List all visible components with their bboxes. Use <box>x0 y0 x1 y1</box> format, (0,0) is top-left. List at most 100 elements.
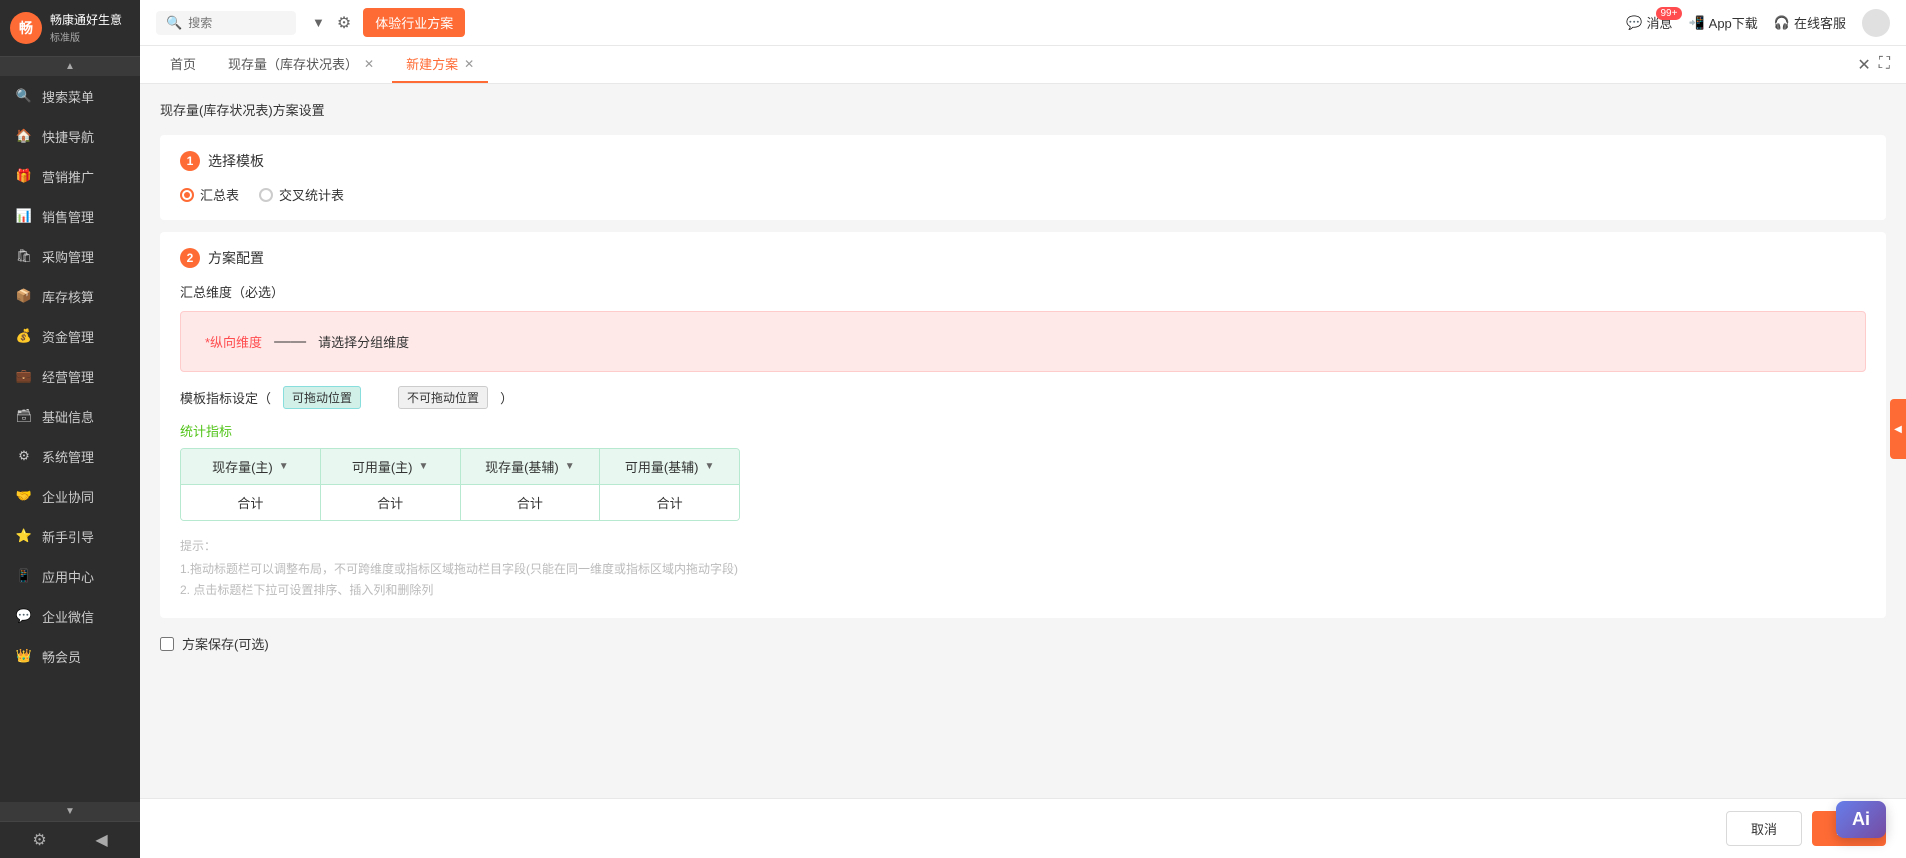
tab-expand-btn[interactable]: ⛶ <box>1879 55 1890 75</box>
radio-crosstab-circle <box>259 188 273 202</box>
tabs-bar: 首页 现存量（库存状况表） ✕ 新建方案 ✕ ✕ ⛶ <box>140 46 1906 84</box>
footer-bar: 取消 查询 <box>140 798 1906 858</box>
draggable-badge: 可拖动位置 <box>283 386 361 409</box>
sidebar-item-contract[interactable]: 🤝 企业协同 <box>0 476 140 516</box>
bag-icon: 🛍 <box>14 246 34 266</box>
stats-col-0-chevron[interactable]: ▼ <box>279 461 289 472</box>
sidebar-item-system[interactable]: ⚙ 系统管理 <box>0 436 140 476</box>
tab-inventory-status-close[interactable]: ✕ <box>364 57 374 71</box>
aggregate-dim-label: 汇总维度（必选） <box>180 282 1866 301</box>
sidebar-scroll-down[interactable]: ▼ <box>0 802 140 821</box>
sidebar-item-app-center[interactable]: 📱 应用中心 <box>0 556 140 596</box>
dimension-selector-area[interactable]: *纵向维度 —— 请选择分组维度 <box>180 311 1866 372</box>
vertical-dim-hint: 请选择分组维度 <box>318 332 409 351</box>
sidebar-item-purchase[interactable]: 🛍 采购管理 <box>0 236 140 276</box>
page-title: 现存量(库存状况表)方案设置 <box>160 100 1886 119</box>
stats-cell-2: 合计 <box>461 485 600 520</box>
step2-card: 2 方案配置 汇总维度（必选） *纵向维度 —— 请选择分组维度 模板指标设定（… <box>160 232 1886 618</box>
sidebar-collapse-btn[interactable]: ◀ <box>95 830 107 850</box>
indicator-setting-suffix: ） <box>500 388 513 407</box>
sidebar: 畅 畅康通好生意 标准版 ▲ 🔍 搜索菜单 🏠 快捷导航 🎁 营销推广 📊 销售… <box>0 0 140 858</box>
gift-icon: 🎁 <box>14 166 34 186</box>
cancel-button[interactable]: 取消 <box>1726 811 1802 846</box>
stats-col-1: 可用量(主) ▼ <box>321 449 461 485</box>
tab-new-plan[interactable]: 新建方案 ✕ <box>392 46 488 83</box>
sidebar-bottom: ⚙ ◀ <box>0 821 140 858</box>
stats-col-1-header[interactable]: 可用量(主) ▼ <box>321 449 460 485</box>
app-download-icon: 📲 <box>1688 15 1704 31</box>
stats-cell-1: 合计 <box>321 485 460 520</box>
stats-col-3-chevron[interactable]: ▼ <box>705 461 715 472</box>
non-draggable-badge: 不可拖动位置 <box>398 386 488 409</box>
stats-section-title: 统计指标 <box>180 421 1866 440</box>
message-badge: 99+ <box>1656 7 1683 20</box>
box-icon: 📦 <box>14 286 34 306</box>
topbar-search-box[interactable]: 🔍 <box>156 11 296 35</box>
sidebar-item-wechat[interactable]: 💬 企业微信 <box>0 596 140 636</box>
radio-summary[interactable]: 汇总表 <box>180 185 239 204</box>
right-handle[interactable]: ◀ <box>1890 399 1906 459</box>
search-input[interactable] <box>188 16 288 30</box>
sidebar-logo: 畅 畅康通好生意 标准版 <box>0 0 140 57</box>
save-option-row: 方案保存(可选) <box>160 634 1886 653</box>
sidebar-settings-btn[interactable]: ⚙ <box>32 830 46 850</box>
topbar-avatar[interactable] <box>1862 9 1890 37</box>
content-area: 现存量(库存状况表)方案设置 1 选择模板 汇总表 交叉统计表 2 <box>140 84 1906 798</box>
stats-col-0-header[interactable]: 现存量(主) ▼ <box>181 449 320 485</box>
stats-col-0: 现存量(主) ▼ <box>181 449 321 485</box>
topbar-service-btn[interactable]: 🎧 在线客服 <box>1774 13 1846 32</box>
step2-badge: 2 <box>180 248 200 268</box>
step1-header: 1 选择模板 <box>180 151 1866 171</box>
stats-col-2-header[interactable]: 现存量(基辅) ▼ <box>461 449 600 485</box>
trial-industry-btn[interactable]: 体验行业方案 <box>363 8 465 37</box>
stats-col-2-chevron[interactable]: ▼ <box>565 461 575 472</box>
stats-col-3: 可用量(基辅) ▼ <box>600 449 739 485</box>
stats-col-3-header[interactable]: 可用量(基辅) ▼ <box>600 449 739 485</box>
tab-inventory-status[interactable]: 现存量（库存状况表） ✕ <box>214 46 388 83</box>
stats-col-2: 现存量(基辅) ▼ <box>461 449 601 485</box>
tab-home[interactable]: 首页 <box>156 46 210 83</box>
sidebar-item-finance[interactable]: 💰 资金管理 <box>0 316 140 356</box>
sidebar-scroll-up[interactable]: ▲ <box>0 57 140 76</box>
stats-cell-3: 合计 <box>600 485 739 520</box>
sidebar-item-guide[interactable]: ⭐ 新手引导 <box>0 516 140 556</box>
handshake-icon: 🤝 <box>14 486 34 506</box>
sidebar-item-operation[interactable]: 💼 经营管理 <box>0 356 140 396</box>
step2-title: 方案配置 <box>208 248 264 268</box>
sidebar-item-member[interactable]: 👑 畅会员 <box>0 636 140 676</box>
radio-crosstab[interactable]: 交叉统计表 <box>259 185 344 204</box>
stats-body-col-2: 合计 <box>461 485 601 520</box>
sidebar-item-sales[interactable]: 📊 销售管理 <box>0 196 140 236</box>
tab-new-plan-close[interactable]: ✕ <box>464 57 474 71</box>
tips-title: 提示： <box>180 537 1866 554</box>
stats-table: 现存量(主) ▼ 可用量(主) ▼ 现存量(基辅) ▼ <box>180 448 740 521</box>
tips-item-1: 2. 点击标题栏下拉可设置排序、插入列和删除列 <box>180 581 1866 598</box>
sidebar-nav: 🔍 搜索菜单 🏠 快捷导航 🎁 营销推广 📊 销售管理 🛍 采购管理 📦 库存核… <box>0 76 140 802</box>
guide-icon: ⭐ <box>14 526 34 546</box>
save-checkbox[interactable] <box>160 637 174 651</box>
indicator-setting-label: 模板指标设定（ <box>180 388 271 407</box>
sidebar-item-stock[interactable]: 📦 库存核算 <box>0 276 140 316</box>
topbar-message-btn[interactable]: 💬 消息 99+ <box>1626 13 1672 32</box>
stats-body-col-1: 合计 <box>321 485 461 520</box>
tab-close-all-btn[interactable]: ✕ <box>1857 55 1870 75</box>
sidebar-item-marketing[interactable]: 🎁 营销推广 <box>0 156 140 196</box>
sidebar-item-basic[interactable]: 🗃 基础信息 <box>0 396 140 436</box>
search-icon: 🔍 <box>166 15 182 31</box>
save-option-label: 方案保存(可选) <box>182 634 269 653</box>
home-icon: 🏠 <box>14 126 34 146</box>
topbar-app-download-btn[interactable]: 📲 App下载 <box>1688 13 1757 32</box>
topbar: 🔍 ▼ ⚙ 体验行业方案 💬 消息 99+ 📲 App下载 🎧 在线客服 <box>140 0 1906 46</box>
ai-badge[interactable]: Ai <box>1836 801 1886 838</box>
sidebar-item-quick-nav[interactable]: 🏠 快捷导航 <box>0 116 140 156</box>
wechat-icon: 💬 <box>14 606 34 626</box>
indicator-setting-row: 模板指标设定（ 可拖动位置 不可拖动位置 ） <box>180 386 1866 409</box>
stats-col-1-chevron[interactable]: ▼ <box>419 461 429 472</box>
sidebar-item-search-menu[interactable]: 🔍 搜索菜单 <box>0 76 140 116</box>
topbar-dropdown-arrow[interactable]: ▼ <box>312 15 325 30</box>
vertical-dim-label: *纵向维度 <box>205 332 262 351</box>
app-version: 标准版 <box>50 29 122 44</box>
topbar-gear-btn[interactable]: ⚙ <box>337 13 351 33</box>
step2-header: 2 方案配置 <box>180 248 1866 268</box>
topbar-right: 💬 消息 99+ 📲 App下载 🎧 在线客服 <box>1626 9 1890 37</box>
